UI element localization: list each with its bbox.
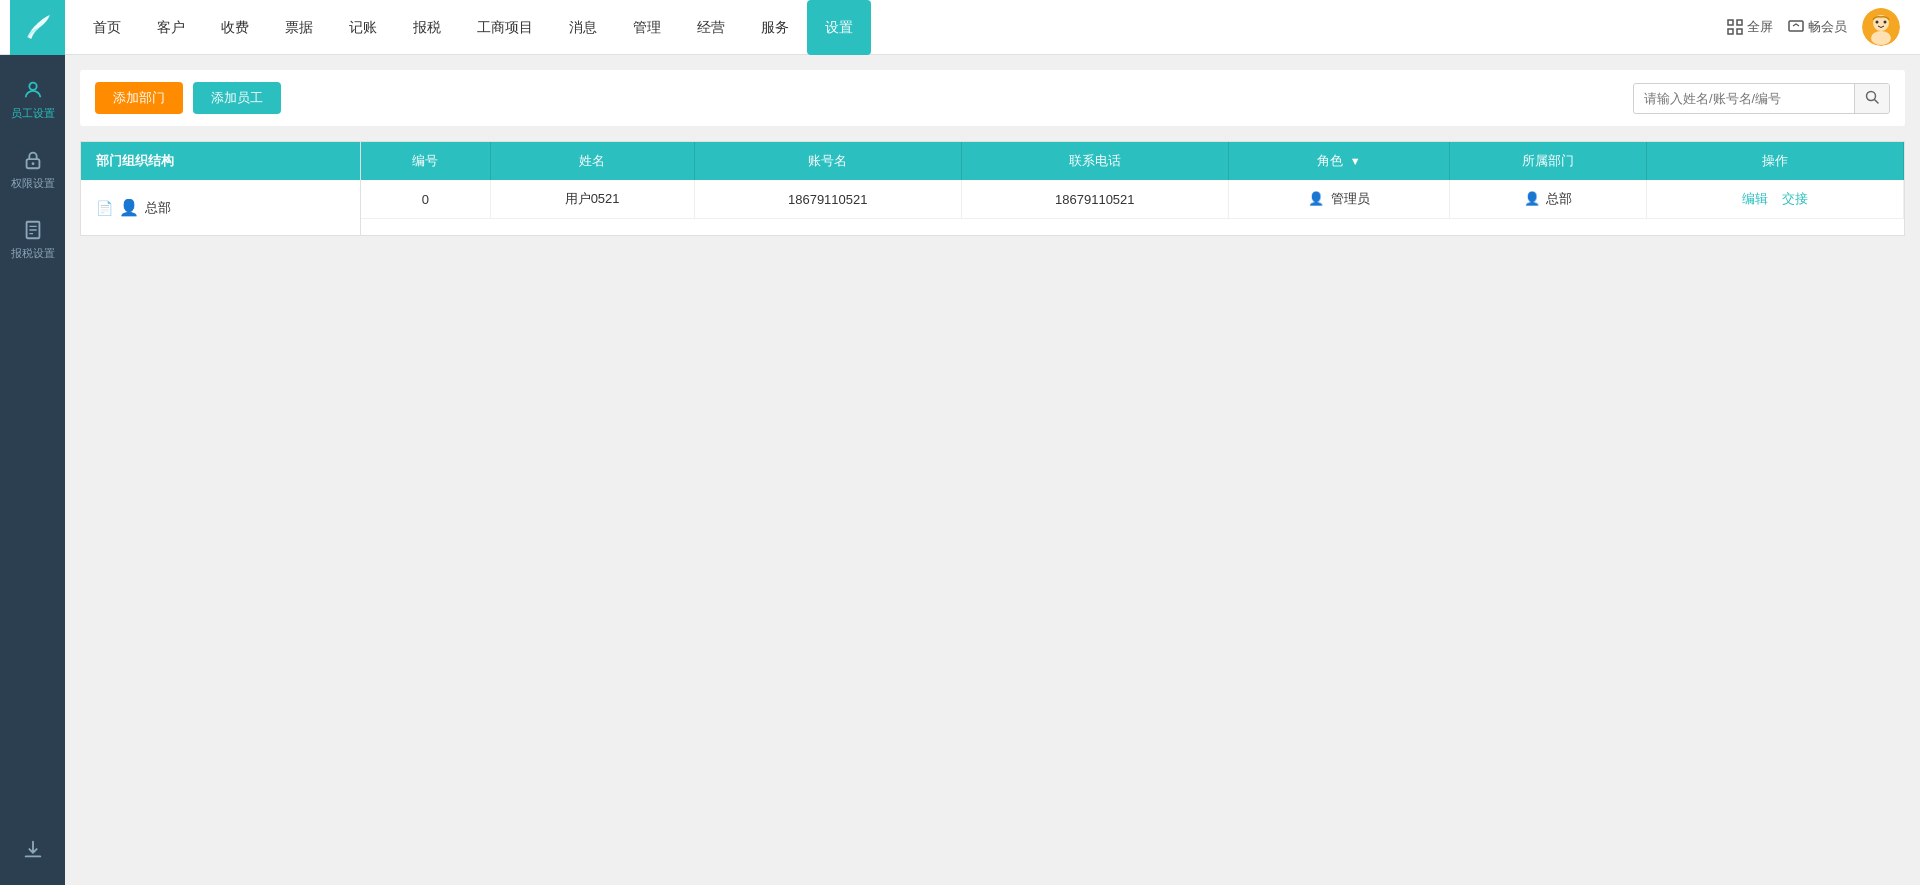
dept-ref-user-icon: 👤: [1524, 191, 1540, 206]
add-dept-button[interactable]: 添加部门: [95, 82, 183, 114]
file-dept-icon: 📄: [96, 200, 113, 216]
user-avatar[interactable]: [1862, 8, 1900, 46]
fullscreen-icon: [1727, 19, 1743, 35]
sidebar-item-tax[interactable]: 报税设置: [0, 205, 65, 275]
search-button[interactable]: [1854, 84, 1889, 113]
nav-accounting[interactable]: 记账: [331, 0, 395, 55]
user-dept-icon: 👤: [119, 198, 139, 217]
table-row: 0 用户0521 18679110521 18679110521 👤 管理员 👤…: [361, 180, 1904, 219]
svg-line-15: [1875, 99, 1879, 103]
nav-business[interactable]: 工商项目: [459, 0, 551, 55]
col-header-role[interactable]: 角色 ▼: [1228, 142, 1449, 180]
svg-point-8: [1876, 21, 1879, 24]
nav-service[interactable]: 服务: [743, 0, 807, 55]
nav-message[interactable]: 消息: [551, 0, 615, 55]
svg-point-9: [1884, 21, 1887, 24]
sidebar-label-tax: 报税设置: [11, 246, 55, 261]
member-icon: [1788, 19, 1804, 35]
svg-point-10: [29, 83, 36, 90]
panel-layout: 部门组织结构 📄 👤 总部 编号: [80, 141, 1905, 236]
content-area: 添加部门 添加员工 部门组织结构 📄 👤: [65, 55, 1920, 885]
edit-link[interactable]: 编辑: [1742, 191, 1768, 206]
dept-name-general: 总部: [145, 199, 171, 217]
dept-panel-header: 部门组织结构: [81, 142, 360, 180]
svg-rect-0: [1728, 20, 1733, 25]
dept-tree: 📄 👤 总部: [81, 180, 360, 235]
col-header-account: 账号名: [694, 142, 961, 180]
fullscreen-label: 全屏: [1747, 18, 1773, 36]
cell-role: 👤 管理员: [1228, 180, 1449, 219]
dept-tree-item-general[interactable]: 📄 👤 总部: [91, 190, 350, 225]
col-header-dept: 所属部门: [1450, 142, 1647, 180]
cell-ops: 编辑 交接: [1646, 180, 1903, 219]
nav-home[interactable]: 首页: [75, 0, 139, 55]
top-nav: 首页 客户 收费 票据 记账 报税 工商项目 消息 管理 经营 服务 设置 全屏: [0, 0, 1920, 55]
lock-icon: [22, 149, 44, 171]
col-header-phone: 联系电话: [961, 142, 1228, 180]
toolbar: 添加部门 添加员工: [80, 70, 1905, 126]
sidebar-download[interactable]: [0, 825, 65, 875]
svg-rect-4: [1789, 21, 1803, 31]
member-btn[interactable]: 畅会员: [1788, 18, 1847, 36]
svg-point-12: [31, 162, 34, 165]
svg-rect-2: [1728, 29, 1733, 34]
svg-rect-1: [1737, 20, 1742, 25]
sidebar-item-permission[interactable]: 权限设置: [0, 135, 65, 205]
sidebar: 员工设置 权限设置 报税设置: [0, 55, 65, 885]
app-logo: [10, 0, 65, 55]
transfer-link[interactable]: 交接: [1782, 191, 1808, 206]
nav-operation[interactable]: 经营: [679, 0, 743, 55]
main-layout: 员工设置 权限设置 报税设置 添加部门: [0, 55, 1920, 885]
filter-icon: ▼: [1350, 155, 1361, 167]
col-header-ops: 操作: [1646, 142, 1903, 180]
emp-table: 编号 姓名 账号名 联系电话 角: [361, 142, 1904, 219]
member-label: 畅会员: [1808, 18, 1847, 36]
nav-invoice[interactable]: 票据: [267, 0, 331, 55]
nav-items: 首页 客户 收费 票据 记账 报税 工商项目 消息 管理 经营 服务 设置: [75, 0, 1727, 55]
nav-tax[interactable]: 报税: [395, 0, 459, 55]
col-header-id: 编号: [361, 142, 490, 180]
nav-admin[interactable]: 管理: [615, 0, 679, 55]
file-icon: [22, 219, 44, 241]
download-icon: [22, 839, 44, 861]
dept-panel: 部门组织结构 📄 👤 总部: [81, 142, 361, 235]
svg-rect-3: [1737, 29, 1742, 34]
role-user-icon: 👤: [1308, 191, 1324, 206]
add-emp-button[interactable]: 添加员工: [193, 82, 281, 114]
svg-point-7: [1871, 31, 1891, 45]
top-nav-right: 全屏 畅会员: [1727, 8, 1900, 46]
sidebar-item-employee[interactable]: 员工设置: [0, 65, 65, 135]
cell-phone: 18679110521: [961, 180, 1228, 219]
nav-client[interactable]: 客户: [139, 0, 203, 55]
sidebar-label-employee: 员工设置: [11, 106, 55, 121]
fullscreen-btn[interactable]: 全屏: [1727, 18, 1773, 36]
cell-id: 0: [361, 180, 490, 219]
search-icon: [1865, 90, 1879, 104]
search-box: [1633, 83, 1890, 114]
person-icon: [22, 79, 44, 101]
search-input[interactable]: [1634, 85, 1854, 112]
emp-panel: 编号 姓名 账号名 联系电话 角: [361, 142, 1904, 235]
nav-settings[interactable]: 设置: [807, 0, 871, 55]
nav-charge[interactable]: 收费: [203, 0, 267, 55]
sidebar-label-permission: 权限设置: [11, 176, 55, 191]
cell-dept: 👤 总部: [1450, 180, 1647, 219]
cell-account: 18679110521: [694, 180, 961, 219]
col-header-name: 姓名: [490, 142, 694, 180]
cell-name: 用户0521: [490, 180, 694, 219]
